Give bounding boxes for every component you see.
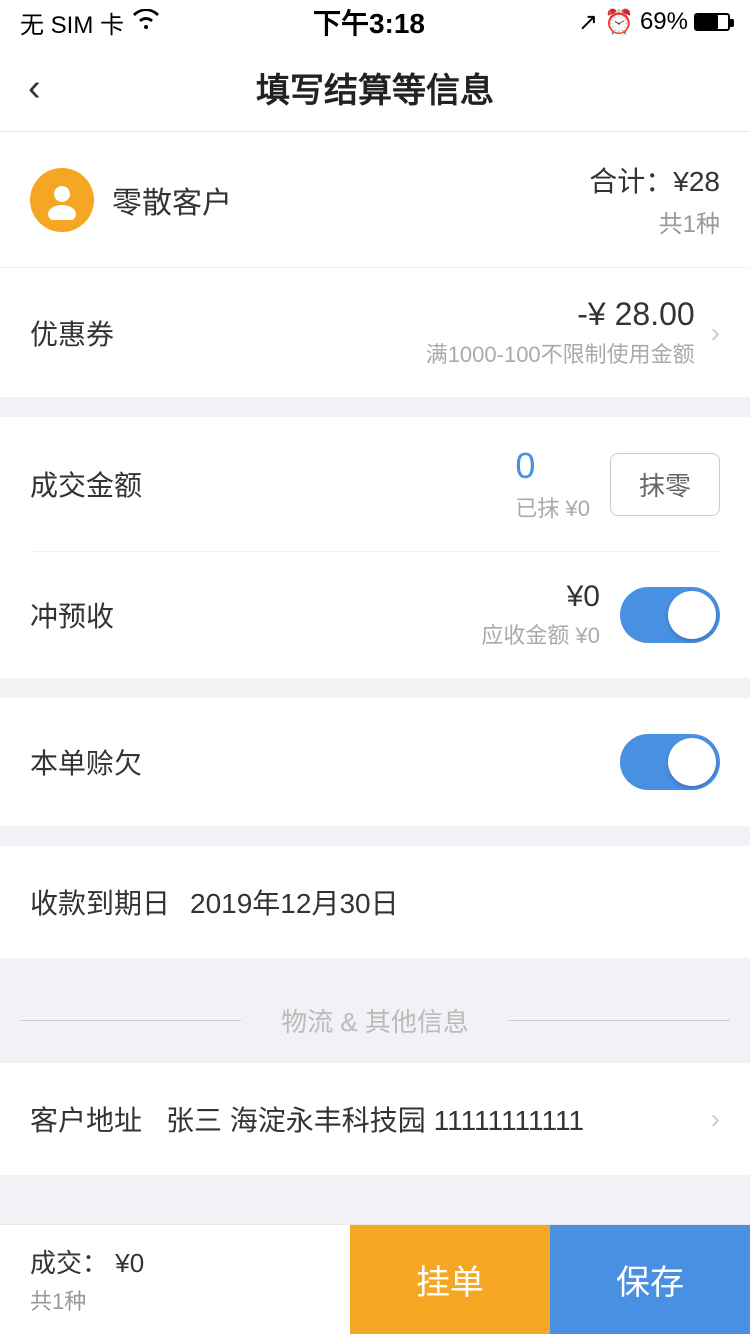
address-row[interactable]: 客户地址 张三 海淀永丰科技园 11111111111 ›: [30, 1063, 720, 1175]
coupon-value-block: -¥ 28.00 满1000-100不限制使用金额: [426, 296, 695, 369]
total-count: 共1种: [589, 204, 720, 239]
logistics-line-right: [509, 1020, 730, 1021]
chevron-right-icon: ›: [711, 317, 720, 349]
person-icon: [42, 180, 82, 220]
bottom-count: 共1种: [30, 1284, 320, 1316]
back-button[interactable]: ‹: [28, 69, 41, 107]
alarm-icon: ⏰: [604, 8, 634, 37]
customer-section: 零散客户 合计：¥28 共1种 优惠券 -¥ 28.00 满1000-100不限…: [0, 132, 750, 397]
debt-section: 本单赊欠: [0, 698, 750, 826]
prepay-values: ¥0 应收金额 ¥0: [481, 580, 600, 650]
address-section: 客户地址 张三 海淀永丰科技园 11111111111 ›: [0, 1063, 750, 1175]
location-icon: ↗: [578, 8, 598, 37]
transaction-value-block: 0 已抹 ¥0: [515, 445, 590, 523]
duedate-value: 2019年12月30日: [190, 882, 399, 922]
address-label: 客户地址: [30, 1099, 142, 1139]
transaction-right: 0 已抹 ¥0 抹零: [515, 445, 720, 523]
total-amount: 合计：¥28: [589, 160, 720, 200]
transaction-value: 0: [515, 445, 590, 487]
coupon-right: -¥ 28.00 满1000-100不限制使用金额 ›: [426, 296, 720, 369]
bottom-transaction: 成交： ¥0: [30, 1243, 320, 1280]
debt-label: 本单赊欠: [30, 742, 142, 782]
status-time: 下午3:18: [313, 2, 425, 42]
transaction-row: 成交金额 0 已抹 ¥0 抹零: [30, 417, 720, 551]
address-value: 张三 海淀永丰科技园 11111111111: [166, 1099, 687, 1139]
duedate-row[interactable]: 收款到期日 2019年12月30日: [30, 846, 720, 958]
customer-row[interactable]: 零散客户 合计：¥28 共1种: [0, 132, 750, 267]
prepay-row: 冲预收 ¥0 应收金额 ¥0: [30, 551, 720, 678]
transaction-sub: 已抹 ¥0: [515, 491, 590, 523]
bottom-bar: 成交： ¥0 共1种 挂单 保存: [0, 1224, 750, 1334]
coupon-label: 优惠券: [30, 313, 114, 353]
no-sim-text: 无 SIM 卡: [20, 5, 124, 40]
hang-button[interactable]: 挂单: [350, 1225, 550, 1334]
duedate-label: 收款到期日: [30, 882, 170, 922]
nav-title: 填写结算等信息: [256, 63, 494, 112]
debt-toggle[interactable]: [620, 734, 720, 790]
customer-right: 合计：¥28 共1种: [589, 160, 720, 239]
coupon-row[interactable]: 优惠券 -¥ 28.00 满1000-100不限制使用金额 ›: [0, 267, 750, 397]
customer-avatar: [30, 168, 94, 232]
nav-bar: ‹ 填写结算等信息: [0, 44, 750, 132]
logistics-divider: 物流 & 其他信息: [0, 978, 750, 1063]
coupon-amount: -¥ 28.00: [426, 296, 695, 333]
logistics-line-left: [20, 1020, 241, 1021]
bottom-transaction-value: ¥0: [115, 1248, 144, 1278]
customer-left: 零散客户: [30, 168, 232, 232]
toggle-knob: [668, 591, 716, 639]
battery-icon: [694, 13, 730, 31]
prepay-right: ¥0 应收金额 ¥0: [481, 580, 720, 650]
prepay-toggle[interactable]: [620, 587, 720, 643]
debt-toggle-knob: [668, 738, 716, 786]
coupon-desc: 满1000-100不限制使用金额: [426, 337, 695, 369]
prepay-sub: 应收金额 ¥0: [481, 618, 600, 650]
bottom-info: 成交： ¥0 共1种: [0, 1243, 350, 1316]
content: 零散客户 合计：¥28 共1种 优惠券 -¥ 28.00 满1000-100不限…: [0, 132, 750, 1315]
battery-percent: 69%: [640, 8, 688, 36]
wifi-icon: [132, 8, 160, 36]
save-button[interactable]: 保存: [550, 1225, 750, 1334]
prepay-label: 冲预收: [30, 595, 114, 635]
status-left: 无 SIM 卡: [20, 5, 160, 40]
customer-name: 零散客户: [112, 178, 232, 222]
address-chevron-icon: ›: [711, 1103, 720, 1135]
bottom-transaction-label: 成交：: [30, 1248, 108, 1278]
prepay-amount: ¥0: [481, 580, 600, 614]
transaction-section: 成交金额 0 已抹 ¥0 抹零 冲预收 ¥0 应收金额 ¥0: [0, 417, 750, 678]
logistics-text: 物流 & 其他信息: [261, 1002, 489, 1039]
round-zero-button[interactable]: 抹零: [610, 453, 720, 516]
transaction-label: 成交金额: [30, 464, 142, 504]
duedate-section: 收款到期日 2019年12月30日: [0, 846, 750, 958]
status-right: ↗ ⏰ 69%: [578, 8, 730, 37]
status-bar: 无 SIM 卡 下午3:18 ↗ ⏰ 69%: [0, 0, 750, 44]
debt-row: 本单赊欠: [30, 698, 720, 826]
